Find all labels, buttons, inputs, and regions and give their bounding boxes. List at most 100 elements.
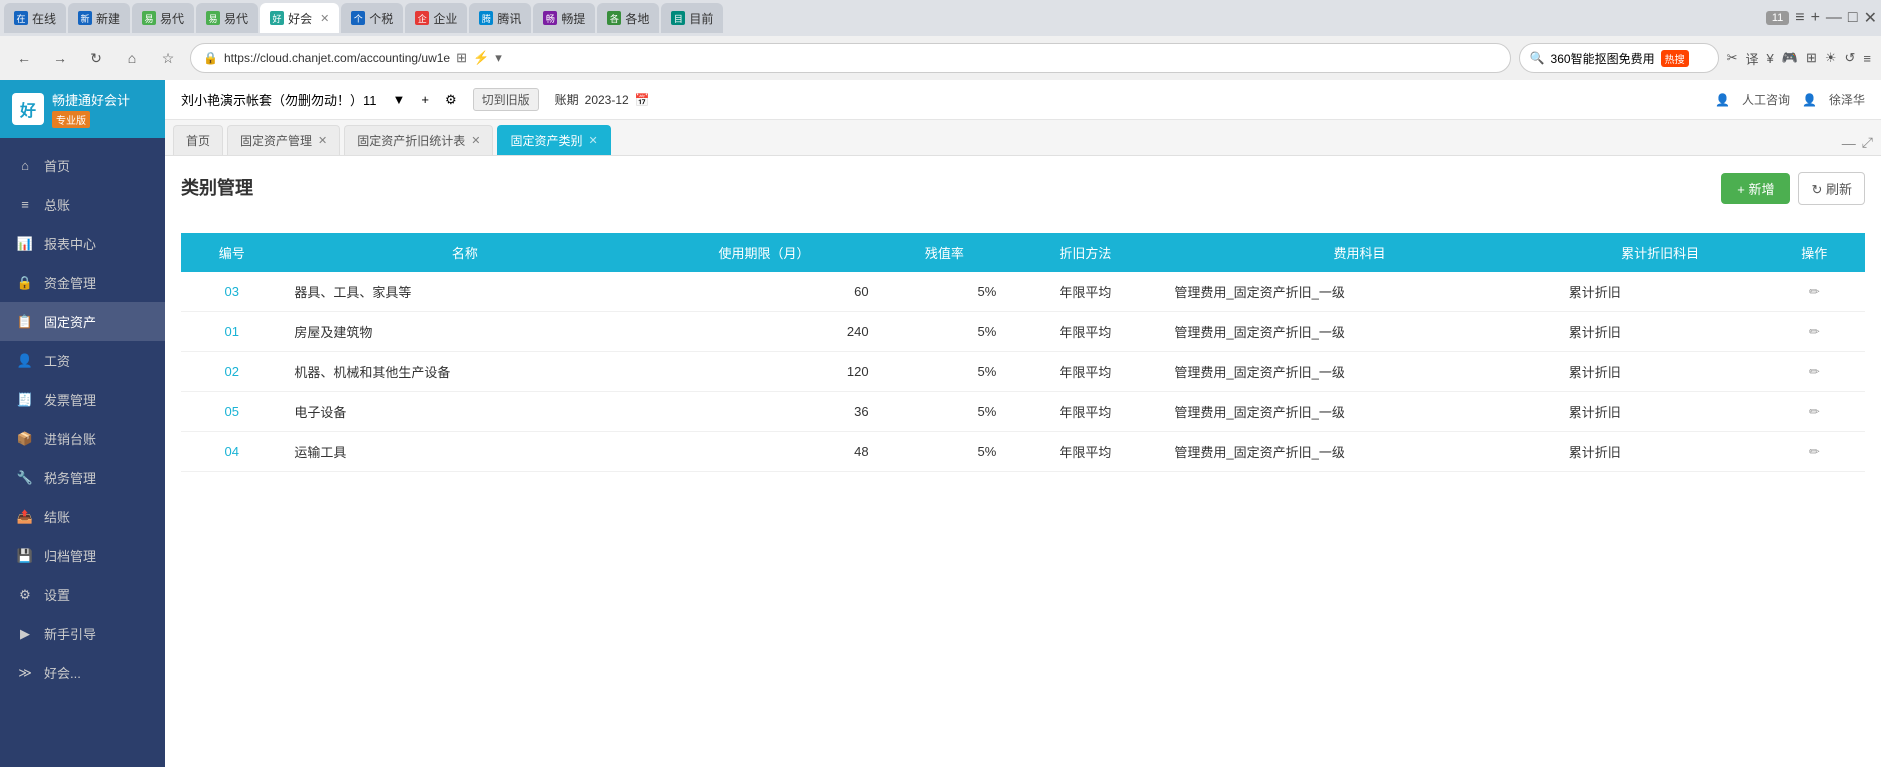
add-button[interactable]: + 新增 (1721, 173, 1790, 204)
tab-muqian[interactable]: 目 目前 (661, 3, 723, 33)
lightning-icon[interactable]: ⚡ (473, 50, 489, 66)
maximize-icon[interactable]: □ (1848, 9, 1858, 27)
minimize-icon[interactable]: — (1826, 9, 1842, 27)
forward-button[interactable]: → (46, 44, 74, 72)
cut-tool[interactable]: ✂ (1727, 50, 1738, 66)
close-window-icon[interactable]: ✕ (1864, 8, 1877, 28)
tab-close-haohui[interactable]: ✕ (320, 12, 329, 25)
address-url: https://cloud.chanjet.com/accounting/uw1… (224, 51, 450, 65)
page-tab-category-label: 固定资产类别 (510, 132, 582, 149)
sidebar-item-reports[interactable]: 📊 报表中心 (0, 224, 165, 263)
sidebar-item-guide[interactable]: ▶ 新手引导 (0, 614, 165, 653)
sidebar-label-home: 首页 (44, 156, 70, 175)
settings-btn[interactable]: ⚙ (445, 92, 457, 108)
page-tabs: 首页 固定资产管理 ✕ 固定资产折旧统计表 ✕ 固定资产类别 ✕ — ⤢ (165, 120, 1881, 156)
address-icons: ⊞ ⚡ ▾ (456, 50, 502, 66)
menu-tool[interactable]: ≡ (1863, 51, 1871, 66)
translate-tool[interactable]: 译 (1746, 49, 1759, 68)
page-tab-category[interactable]: 固定资产类别 ✕ (497, 125, 610, 155)
username-label: 徐泽华 (1829, 91, 1865, 108)
brightness-tool[interactable]: ☀ (1825, 50, 1837, 66)
tab-tengxun[interactable]: 腾 腾讯 (469, 3, 531, 33)
switch-version-button[interactable]: 切到旧版 (473, 88, 539, 111)
edit-button-05[interactable]: ✏ (1809, 404, 1820, 419)
bookmark-button[interactable]: ☆ (154, 44, 182, 72)
sidebar-item-close[interactable]: 📤 结账 (0, 497, 165, 536)
col-rate: 残值率 (881, 233, 1009, 272)
tab-zaixian[interactable]: 在 在线 (4, 3, 66, 33)
tab-qiye[interactable]: 企 企业 (405, 3, 467, 33)
assets-icon: 📋 (16, 313, 34, 331)
page-tab-depreciation-close[interactable]: ✕ (471, 134, 480, 147)
tab-new-icon[interactable]: + (1811, 9, 1820, 27)
tab-yidai1[interactable]: 易 易代 (132, 3, 194, 33)
sidebar-label-settings: 设置 (44, 585, 70, 604)
row-id-02[interactable]: 02 (224, 364, 238, 379)
grid-tool[interactable]: ⊞ (1806, 50, 1817, 66)
sidebar-label-inventory: 进销台账 (44, 429, 96, 448)
sidebar-item-more[interactable]: ≫ 好会... (0, 653, 165, 692)
row-id-03[interactable]: 03 (224, 284, 238, 299)
sidebar-label-reports: 报表中心 (44, 234, 96, 253)
row-id-05[interactable]: 05 (224, 404, 238, 419)
search-box[interactable]: 🔍 360智能抠图免费用 热搜 (1519, 43, 1719, 73)
row-expense-02: 管理费用_固定资产折旧_一级 (1162, 352, 1556, 392)
refresh-button[interactable]: ↻ 刷新 (1798, 172, 1865, 205)
edit-button-03[interactable]: ✏ (1809, 284, 1820, 299)
reload-button[interactable]: ↻ (82, 44, 110, 72)
row-name-01: 房屋及建筑物 (282, 312, 647, 352)
tab-haohui[interactable]: 好 好会 ✕ (260, 3, 339, 33)
sidebar-item-funds[interactable]: 🔒 资金管理 (0, 263, 165, 302)
dropdown-btn[interactable]: ▼ (393, 92, 406, 107)
page-tab-asset-mgmt[interactable]: 固定资产管理 ✕ (227, 125, 340, 155)
tab-gedi[interactable]: 各 各地 (597, 3, 659, 33)
add-account-btn[interactable]: + (421, 92, 429, 107)
row-id-01[interactable]: 01 (224, 324, 238, 339)
toolbar: + 新增 ↻ 刷新 (1721, 172, 1865, 205)
consult-label[interactable]: 人工咨询 (1742, 91, 1790, 108)
calendar-icon[interactable]: 📅 (635, 93, 650, 107)
game-tool[interactable]: 🎮 (1782, 50, 1798, 66)
page-tab-category-close[interactable]: ✕ (589, 134, 598, 147)
sidebar-item-home[interactable]: ⌂ 首页 (0, 146, 165, 185)
row-method-04: 年限平均 (1008, 432, 1162, 472)
undo-tool[interactable]: ↺ (1845, 50, 1856, 66)
page-tab-home[interactable]: 首页 (173, 125, 223, 155)
row-id-04[interactable]: 04 (224, 444, 238, 459)
tab-menu-icon[interactable]: ≡ (1795, 9, 1804, 27)
row-period-03: 60 (647, 272, 880, 312)
sidebar-item-payroll[interactable]: 👤 工资 (0, 341, 165, 380)
tab-minimize-icon[interactable]: — (1842, 135, 1856, 151)
page-tab-asset-mgmt-close[interactable]: ✕ (318, 134, 327, 147)
sidebar-item-invoice[interactable]: 🧾 发票管理 (0, 380, 165, 419)
tab-xinjian[interactable]: 新 新建 (68, 3, 130, 33)
back-button[interactable]: ← (10, 44, 38, 72)
sidebar-item-tax[interactable]: 🔧 税务管理 (0, 458, 165, 497)
archive-icon: 💾 (16, 547, 34, 565)
col-method: 折旧方法 (1008, 233, 1162, 272)
sidebar-item-assets[interactable]: 📋 固定资产 (0, 302, 165, 341)
tab-yidai2[interactable]: 易 易代 (196, 3, 258, 33)
wallet-tool[interactable]: ¥ (1767, 51, 1774, 66)
consult-icon: 👤 (1715, 93, 1730, 107)
row-expense-04: 管理费用_固定资产折旧_一级 (1162, 432, 1556, 472)
row-expense-03: 管理费用_固定资产折旧_一级 (1162, 272, 1556, 312)
qr-icon[interactable]: ⊞ (456, 50, 467, 66)
page-tab-depreciation[interactable]: 固定资产折旧统计表 ✕ (344, 125, 493, 155)
dropdown-icon[interactable]: ▾ (495, 50, 502, 66)
sidebar-item-inventory[interactable]: 📦 进销台账 (0, 419, 165, 458)
tab-changti[interactable]: 畅 畅提 (533, 3, 595, 33)
tab-geshui[interactable]: 个 个税 (341, 3, 403, 33)
edit-button-01[interactable]: ✏ (1809, 324, 1820, 339)
sidebar-item-archive[interactable]: 💾 归档管理 (0, 536, 165, 575)
sidebar-label-ledger: 总账 (44, 195, 70, 214)
tab-maximize-icon[interactable]: ⤢ (1862, 134, 1873, 151)
funds-icon: 🔒 (16, 274, 34, 292)
edit-button-04[interactable]: ✏ (1809, 444, 1820, 459)
home-button[interactable]: ⌂ (118, 44, 146, 72)
settings-icon: ⚙ (16, 586, 34, 604)
sidebar-item-settings[interactable]: ⚙ 设置 (0, 575, 165, 614)
sidebar-item-ledger[interactable]: ≡ 总账 (0, 185, 165, 224)
address-box[interactable]: 🔒 https://cloud.chanjet.com/accounting/u… (190, 43, 1511, 73)
edit-button-02[interactable]: ✏ (1809, 364, 1820, 379)
